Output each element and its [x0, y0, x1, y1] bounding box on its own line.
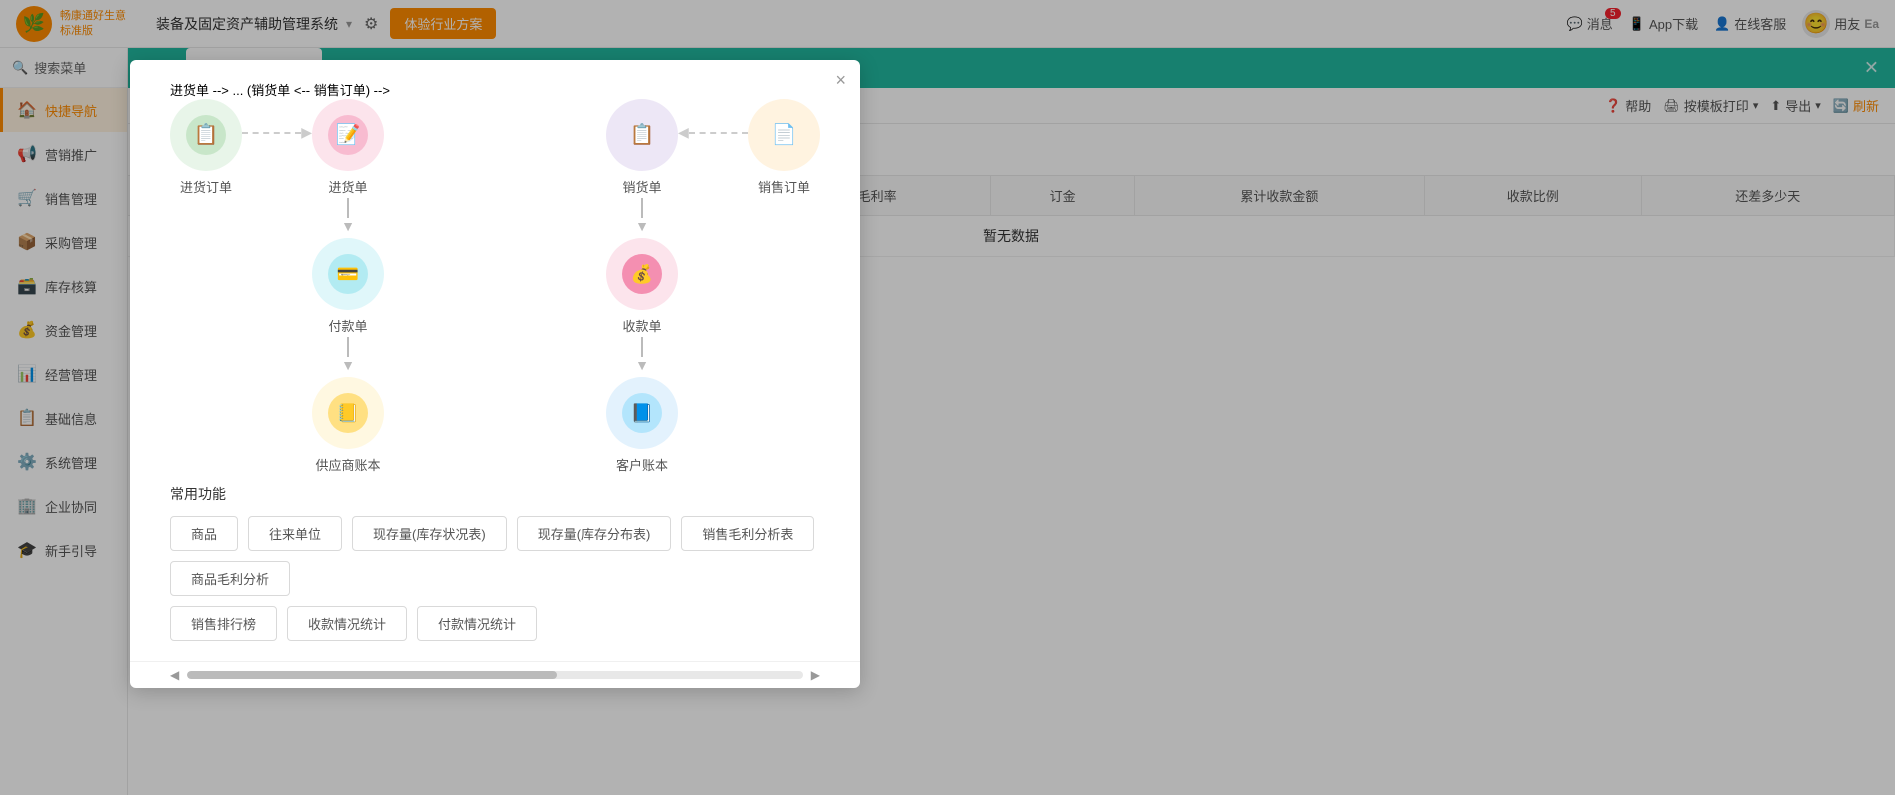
func-btn-goods-gross[interactable]: 商品毛利分析	[170, 561, 290, 596]
common-func-title: 常用功能	[170, 484, 820, 504]
func-btn-goods[interactable]: 商品	[170, 516, 238, 551]
svg-text:📘: 📘	[631, 403, 653, 423]
sales-bill-label: 销货单	[622, 177, 661, 196]
flow-lower-row: 💳 付款单 💰 收款单	[170, 238, 820, 335]
flow-node-sales-order[interactable]: 📄 销售订单	[748, 99, 820, 196]
flow-arrows-bottom: ▼ ▼	[170, 335, 820, 373]
purchase-bill-icon[interactable]: 📝	[312, 99, 384, 171]
purchase-order-label: 进货订单	[180, 177, 232, 196]
func-btn-sales-gross[interactable]: 销售毛利分析表	[681, 516, 814, 551]
flow-diagram-section: 进货单 --> ... (销货单 <-- 销售订单) --> 📋 进货订单 ▶	[130, 60, 860, 484]
flow-node-receipt[interactable]: 💰 收款单	[606, 238, 678, 335]
app-container: 🌿 畅康通好生意 标准版 装备及固定资产辅助管理系统 ▾ ⚙ 体验行业方案 💬 …	[0, 0, 1895, 795]
svg-text:📋: 📋	[630, 122, 655, 146]
func-btn-partners[interactable]: 往来单位	[248, 516, 342, 551]
scroll-right-icon[interactable]: ▶	[811, 668, 820, 682]
svg-text:📒: 📒	[337, 403, 359, 423]
flow-node-customer-ledger[interactable]: 📘 客户账本	[606, 377, 678, 474]
receipt-icon[interactable]: 💰	[606, 238, 678, 310]
svg-text:📝: 📝	[336, 122, 361, 146]
scrollbar-track[interactable]	[187, 671, 803, 679]
flow-bottom-row: 📒 供应商账本 📘 客户账本	[170, 377, 820, 474]
scroll-left-icon[interactable]: ◀	[170, 668, 179, 682]
flow-node-payment[interactable]: 💳 付款单	[312, 238, 384, 335]
flow-node-sales-bill[interactable]: 📋 销货单	[606, 99, 678, 196]
scrollbar-thumb	[187, 671, 556, 679]
flow-middle-arrows: ▼ ▼	[170, 196, 820, 234]
purchase-bill-label: 进货单	[328, 177, 367, 196]
arrow-down-receipt: ▼	[606, 335, 678, 373]
func-btn-stock-status[interactable]: 现存量(库存状况表)	[352, 516, 507, 551]
common-func-section: 常用功能 商品 往来单位 现存量(库存状况表) 现存量(库存分布表) 销售毛利分…	[130, 484, 860, 661]
popup-overlay: × 进货单 --> ... (销货单 <-- 销售订单) --> 📋 进货订单	[0, 0, 1895, 795]
sales-order-label: 销售订单	[758, 177, 810, 196]
flow-popup: × 进货单 --> ... (销货单 <-- 销售订单) --> 📋 进货订单	[130, 60, 860, 688]
customer-ledger-icon[interactable]: 📘	[606, 377, 678, 449]
func-btn-stock-dist[interactable]: 现存量(库存分布表)	[517, 516, 672, 551]
arrow-down-purchase: ▼	[312, 196, 384, 234]
supplier-ledger-icon[interactable]: 📒	[312, 377, 384, 449]
supplier-ledger-label: 供应商账本	[315, 455, 380, 474]
purchase-order-icon[interactable]: 📋	[170, 99, 242, 171]
connector-2: ◀	[678, 124, 748, 141]
payment-label: 付款单	[328, 316, 367, 335]
popup-close-btn[interactable]: ×	[835, 70, 846, 91]
connector-1: ▶	[242, 124, 312, 141]
sales-bill-icon[interactable]: 📋	[606, 99, 678, 171]
flow-node-supplier-ledger[interactable]: 📒 供应商账本	[312, 377, 384, 474]
func-buttons-row1: 商品 往来单位 现存量(库存状况表) 现存量(库存分布表) 销售毛利分析表 商品…	[170, 516, 820, 596]
flow-upper-row: 📋 进货订单 ▶ 📝 进货单	[170, 99, 820, 196]
popup-scrollbar: ◀ ▶	[130, 661, 860, 688]
flow-node-purchase-bill[interactable]: 📝 进货单	[312, 99, 384, 196]
spacer-middle	[384, 124, 606, 139]
customer-ledger-label: 客户账本	[616, 455, 668, 474]
svg-text:💰: 💰	[631, 263, 653, 285]
svg-text:📋: 📋	[194, 122, 219, 146]
func-btn-payment-stats[interactable]: 付款情况统计	[417, 606, 537, 641]
func-buttons-row2: 销售排行榜 收款情况统计 付款情况统计	[170, 606, 820, 641]
svg-text:💳: 💳	[337, 264, 359, 284]
arrow-down-sales: ▼	[606, 196, 678, 234]
func-btn-sales-rank[interactable]: 销售排行榜	[170, 606, 277, 641]
receipt-label: 收款单	[622, 316, 661, 335]
svg-text:📄: 📄	[772, 122, 797, 146]
flow-node-purchase-order[interactable]: 📋 进货订单	[170, 99, 242, 196]
sales-order-icon[interactable]: 📄	[748, 99, 820, 171]
payment-icon[interactable]: 💳	[312, 238, 384, 310]
arrow-down-payment: ▼	[312, 335, 384, 373]
func-btn-receipt-stats[interactable]: 收款情况统计	[287, 606, 407, 641]
